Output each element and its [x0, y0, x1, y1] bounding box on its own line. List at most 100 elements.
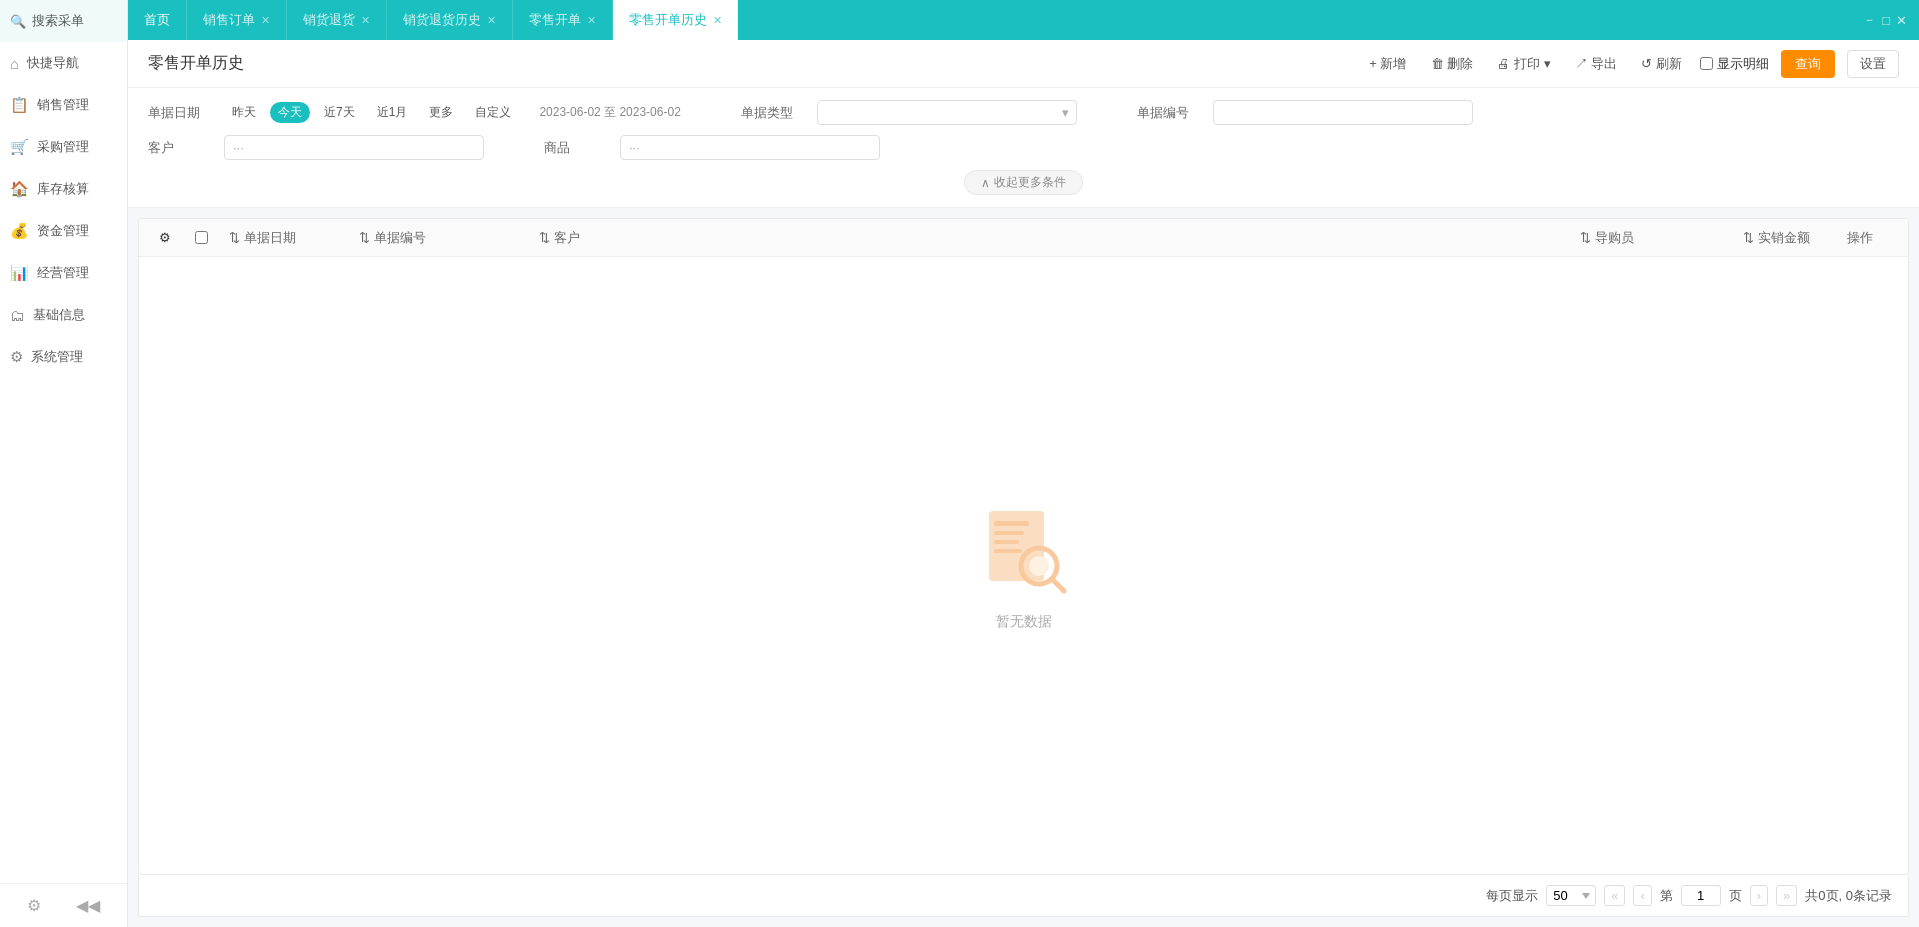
- th-customer[interactable]: ⇅ 客户: [529, 229, 1570, 247]
- th-salesperson-label: 导购员: [1595, 229, 1634, 247]
- window-close-btn[interactable]: ✕: [1896, 13, 1907, 28]
- page-number-input[interactable]: [1681, 885, 1721, 906]
- show-detail-label: 显示明细: [1717, 55, 1769, 73]
- sidebar: 🔍 搜索采单 ⌂快捷导航 📋 销售管理 🛒采购管理🏠库存核算💰资金管理📊经营管理🗂基础…: [0, 0, 128, 927]
- sidebar-item-sales-mgmt[interactable]: 📋 销售管理: [0, 84, 127, 126]
- print-dropdown-icon: ▾: [1544, 56, 1551, 71]
- tab-label-retail-open: 零售开单: [529, 11, 581, 29]
- refresh-button[interactable]: ↺ 刷新: [1635, 51, 1688, 77]
- sidebar-item-purchase-mgmt[interactable]: 🛒采购管理: [0, 126, 127, 168]
- customer-input-wrapper[interactable]: ···: [224, 135, 484, 160]
- tab-close-retail-history[interactable]: ✕: [713, 14, 722, 27]
- date-btn-更多[interactable]: 更多: [421, 102, 461, 123]
- sort-icon-customer: ⇅: [539, 230, 550, 245]
- sidebar-item-quick-nav[interactable]: ⌂快捷导航: [0, 42, 127, 84]
- product-dots: ···: [629, 140, 640, 155]
- doc-num-input[interactable]: [1213, 100, 1473, 125]
- show-detail-checkbox[interactable]: [1700, 57, 1713, 70]
- nav-icon-sales-mgmt: 📋: [10, 96, 29, 114]
- nav-label-finance: 资金管理: [37, 222, 89, 240]
- sidebar-item-sys-mgmt[interactable]: ⚙系统管理: [0, 336, 127, 378]
- nav-label-purchase-mgmt: 采购管理: [37, 138, 89, 156]
- customer-filter-label: 客户: [148, 139, 204, 157]
- th-num-label: 单据编号: [374, 229, 426, 247]
- date-btn-自定义[interactable]: 自定义: [467, 102, 519, 123]
- settings-col-btn[interactable]: ⚙: [147, 230, 183, 245]
- nav-label-basic-info: 基础信息: [33, 306, 85, 324]
- sidebar-item-operation[interactable]: 📊经营管理: [0, 252, 127, 294]
- tab-close-sales-return[interactable]: ✕: [361, 14, 370, 27]
- date-btn-昨天[interactable]: 昨天: [224, 102, 264, 123]
- empty-svg-icon: [974, 501, 1074, 601]
- tab-label-sales-order: 销售订单: [203, 11, 255, 29]
- nav-icon-inventory: 🏠: [10, 180, 29, 198]
- date-btn-今天[interactable]: 今天: [270, 102, 310, 123]
- next-page-btn[interactable]: ›: [1750, 885, 1768, 906]
- tab-sales-return[interactable]: 销货退货✕: [287, 0, 387, 40]
- tab-label-sales-return-history: 销货退货历史: [403, 11, 481, 29]
- select-all-checkbox[interactable]: [195, 231, 208, 244]
- page-word: 第: [1660, 887, 1673, 905]
- tab-close-sales-order[interactable]: ✕: [261, 14, 270, 27]
- window-minimize-btn[interactable]: －: [1863, 11, 1876, 29]
- last-page-btn[interactable]: »: [1776, 885, 1797, 906]
- sidebar-search[interactable]: 🔍 搜索采单: [0, 0, 127, 42]
- date-btn-近1月[interactable]: 近1月: [369, 102, 416, 123]
- empty-illustration: [974, 501, 1074, 601]
- window-maximize-btn[interactable]: □: [1882, 13, 1890, 28]
- tab-home[interactable]: 首页: [128, 0, 187, 40]
- query-button[interactable]: 查询: [1781, 50, 1835, 78]
- tab-retail-open[interactable]: 零售开单 ✕: [513, 0, 613, 40]
- refresh-label: ↺ 刷新: [1641, 55, 1682, 73]
- doc-type-wrapper: [817, 100, 1077, 125]
- filter-row-1: 单据日期 昨天今天近7天近1月更多自定义 2023-06-02 至 2023-0…: [148, 100, 1899, 125]
- nav-icon-quick-nav: ⌂: [10, 55, 19, 72]
- sidebar-item-basic-info[interactable]: 🗂基础信息: [0, 294, 127, 336]
- page-size-label: 每页显示: [1486, 887, 1538, 905]
- svg-rect-3: [994, 540, 1019, 544]
- add-button[interactable]: + 新增: [1363, 51, 1412, 77]
- first-page-btn[interactable]: «: [1604, 885, 1625, 906]
- th-action: 操作: [1820, 229, 1900, 247]
- show-detail-wrapper: 显示明细: [1700, 55, 1769, 73]
- th-salesperson[interactable]: ⇅ 导购员: [1570, 229, 1690, 247]
- sidebar-collapse-btn[interactable]: ◀◀: [76, 896, 100, 915]
- table-area: ⚙ ⇅ 单据日期 ⇅ 单据编号 ⇅ 客户 ⇅: [138, 218, 1909, 875]
- collapse-button[interactable]: ∧ 收起更多条件: [964, 170, 1083, 195]
- nav-label-sales-mgmt: 销售管理: [37, 96, 89, 114]
- date-range-display: 2023-06-02 至 2023-06-02: [539, 104, 680, 121]
- date-quick-btns: 昨天今天近7天近1月更多自定义: [224, 102, 519, 123]
- th-date[interactable]: ⇅ 单据日期: [219, 229, 349, 247]
- page-label: 页: [1729, 887, 1742, 905]
- settings-button[interactable]: 设置: [1847, 50, 1899, 78]
- tab-close-sales-return-history[interactable]: ✕: [487, 14, 496, 27]
- tab-close-retail-open[interactable]: ✕: [587, 14, 596, 27]
- page-size-select[interactable]: 102050100: [1546, 885, 1596, 906]
- empty-state: 暂无数据: [139, 257, 1908, 874]
- print-button[interactable]: 🖨 打印 ▾: [1491, 51, 1557, 77]
- th-amount[interactable]: ⇅ 实销金额: [1690, 229, 1820, 247]
- export-button[interactable]: ↗ 导出: [1569, 51, 1624, 77]
- th-amount-label: 实销金额: [1758, 229, 1810, 247]
- doc-type-select[interactable]: [817, 100, 1077, 125]
- sidebar-footer: ⚙ ◀◀: [0, 883, 127, 927]
- filter-area: 单据日期 昨天今天近7天近1月更多自定义 2023-06-02 至 2023-0…: [128, 88, 1919, 208]
- doc-type-label: 单据类型: [741, 104, 797, 122]
- main-area: 首页 销售订单✕销货退货✕销货退货历史✕零售开单✕零售开单历史✕ － □ ✕ 零…: [128, 0, 1919, 927]
- svg-point-6: [1029, 556, 1049, 576]
- tab-sales-order[interactable]: 销售订单 ✕: [187, 0, 287, 40]
- select-all-col: [183, 231, 219, 244]
- prev-page-btn[interactable]: ‹: [1633, 885, 1651, 906]
- delete-button[interactable]: 🗑 删除: [1425, 51, 1480, 77]
- delete-label: 🗑 删除: [1431, 55, 1474, 73]
- sidebar-nav: ⌂快捷导航 📋 销售管理 🛒采购管理🏠库存核算💰资金管理📊经营管理🗂基础信息⚙系统管理: [0, 42, 127, 378]
- sidebar-item-finance[interactable]: 💰资金管理: [0, 210, 127, 252]
- tab-sales-return-history[interactable]: 销货退货历史 ✕: [387, 0, 513, 40]
- tabs-container: 销售订单✕销货退货✕销货退货历史✕零售开单✕零售开单历史✕: [187, 0, 738, 40]
- sidebar-item-inventory[interactable]: 🏠库存核算: [0, 168, 127, 210]
- product-input-wrapper[interactable]: ···: [620, 135, 880, 160]
- sidebar-settings-btn[interactable]: ⚙: [27, 896, 41, 915]
- th-num[interactable]: ⇅ 单据编号: [349, 229, 529, 247]
- date-btn-近7天[interactable]: 近7天: [316, 102, 363, 123]
- tab-retail-history[interactable]: 零售开单历史✕: [613, 0, 738, 40]
